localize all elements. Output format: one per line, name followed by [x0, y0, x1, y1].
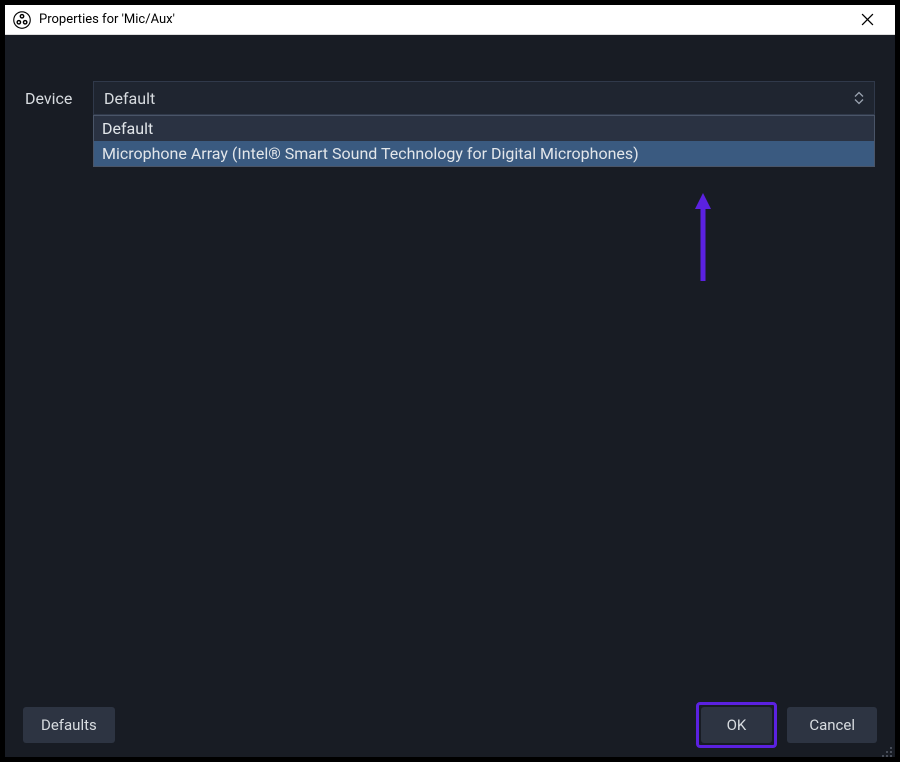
close-icon: [861, 13, 874, 26]
dropdown-option-default[interactable]: Default: [94, 116, 874, 141]
device-row: Device Default Default Microphone Array …: [25, 81, 875, 115]
ok-button[interactable]: OK: [701, 707, 773, 743]
annotation-ok-highlight: OK: [696, 702, 778, 748]
titlebar: Properties for 'Mic/Aux': [5, 5, 895, 35]
device-select[interactable]: Default: [93, 81, 875, 115]
obs-icon: [13, 11, 31, 29]
cancel-button[interactable]: Cancel: [787, 707, 877, 743]
resize-grip[interactable]: [881, 743, 893, 755]
chevron-updown-icon: [854, 92, 864, 105]
window-title: Properties for 'Mic/Aux': [39, 12, 847, 27]
device-select-wrap: Default Default Microphone Array (Intel®…: [93, 81, 875, 115]
device-select-value: Default: [104, 89, 155, 108]
properties-dialog: Properties for 'Mic/Aux' Device Default: [5, 5, 895, 757]
close-button[interactable]: [847, 6, 887, 34]
device-label: Device: [25, 89, 81, 108]
defaults-button[interactable]: Defaults: [23, 707, 115, 743]
dropdown-option-microphone-array[interactable]: Microphone Array (Intel® Smart Sound Tec…: [94, 141, 874, 166]
device-dropdown: Default Microphone Array (Intel® Smart S…: [93, 115, 875, 167]
dialog-content: Device Default Default Microphone Array …: [5, 35, 895, 693]
annotation-arrow: [693, 193, 713, 287]
dialog-footer: Defaults OK Cancel: [5, 693, 895, 757]
